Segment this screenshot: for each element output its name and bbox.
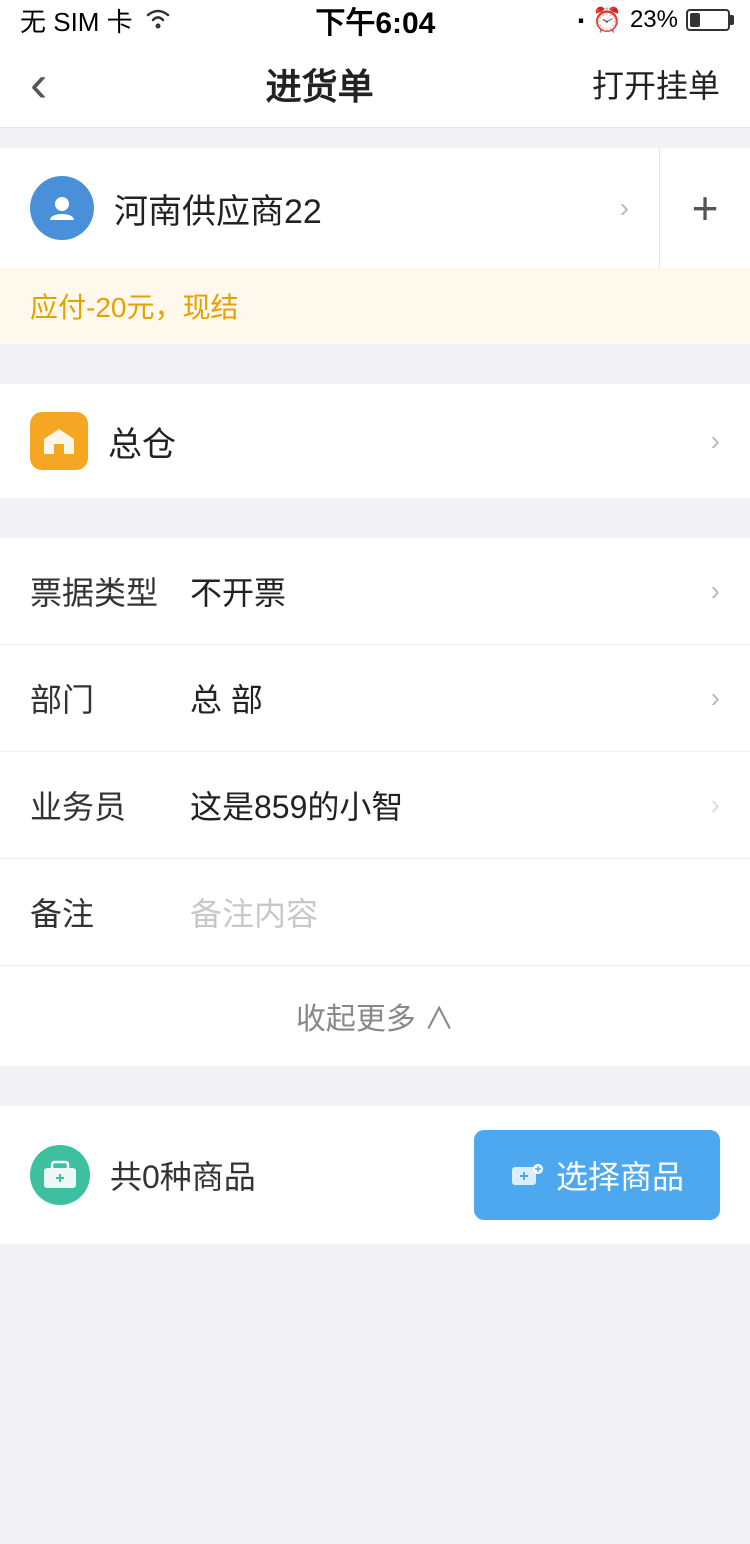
carrier-label: 无 SIM 卡 — [20, 2, 133, 39]
warehouse-chevron-icon: › — [711, 425, 720, 457]
alarm-icon: ⏰ — [592, 6, 622, 35]
warehouse-icon — [30, 412, 88, 470]
remark-row[interactable]: 备注 备注内容 — [0, 859, 750, 965]
warehouse-name: 总仓 — [108, 417, 695, 466]
section-gap-4 — [0, 1066, 750, 1086]
remark-input[interactable]: 备注内容 — [170, 889, 720, 935]
page-title: 进货单 — [266, 58, 374, 110]
supplier-name: 河南供应商22 — [114, 184, 604, 233]
section-gap-2 — [0, 344, 750, 364]
open-pending-button[interactable]: 打开挂单 — [592, 61, 720, 107]
salesperson-label: 业务员 — [30, 782, 170, 828]
nav-bar: ‹ 进货单 打开挂单 — [0, 40, 750, 128]
status-left: 无 SIM 卡 — [20, 2, 173, 39]
collapse-section[interactable]: 收起更多 ∧ — [0, 965, 750, 1066]
background-fill — [0, 1244, 750, 1544]
status-right: ⬝ ⏰ 23% — [578, 6, 730, 35]
section-gap-3 — [0, 498, 750, 518]
remark-label: 备注 — [30, 889, 170, 935]
collapse-button[interactable]: 收起更多 ∧ — [296, 994, 454, 1038]
battery-percent: 23% — [630, 6, 678, 34]
supplier-section: 河南供应商22 › + — [0, 148, 750, 268]
notice-banner: 应付-20元，现结 — [0, 268, 750, 344]
invoice-type-row[interactable]: 票据类型 不开票 › — [0, 538, 750, 645]
department-chevron-icon: › — [711, 682, 720, 714]
select-product-button[interactable]: 选择商品 — [474, 1130, 720, 1220]
select-product-label: 选择商品 — [556, 1152, 684, 1198]
section-gap-1 — [0, 128, 750, 148]
location-icon: ⬝ — [578, 7, 584, 33]
back-button[interactable]: ‹ — [30, 54, 47, 114]
bottom-bar: 共0种商品 选择商品 — [0, 1106, 750, 1244]
warehouse-section[interactable]: 总仓 › — [0, 384, 750, 498]
salesperson-row[interactable]: 业务员 这是859的小智 › — [0, 752, 750, 859]
status-bar: 无 SIM 卡 下午6:04 ⬝ ⏰ 23% — [0, 0, 750, 40]
form-section: 票据类型 不开票 › 部门 总 部 › 业务员 这是859的小智 › 备注 备注… — [0, 538, 750, 965]
wifi-icon — [143, 5, 173, 36]
salesperson-chevron-icon: › — [711, 789, 720, 821]
product-icon — [30, 1145, 90, 1205]
department-value: 总 部 — [170, 675, 695, 721]
salesperson-value: 这是859的小智 — [170, 782, 695, 828]
department-row[interactable]: 部门 总 部 › — [0, 645, 750, 752]
product-count-label: 共0种商品 — [110, 1152, 454, 1198]
time-display: 下午6:04 — [315, 0, 435, 42]
department-label: 部门 — [30, 675, 170, 721]
supplier-avatar — [30, 176, 94, 240]
invoice-type-chevron-icon: › — [711, 575, 720, 607]
add-supplier-button[interactable]: + — [660, 148, 750, 268]
supplier-selector[interactable]: 河南供应商22 › — [0, 148, 660, 268]
invoice-type-value: 不开票 — [170, 568, 695, 614]
battery-icon — [686, 9, 730, 31]
supplier-chevron-icon: › — [620, 192, 629, 224]
invoice-type-label: 票据类型 — [30, 568, 170, 614]
